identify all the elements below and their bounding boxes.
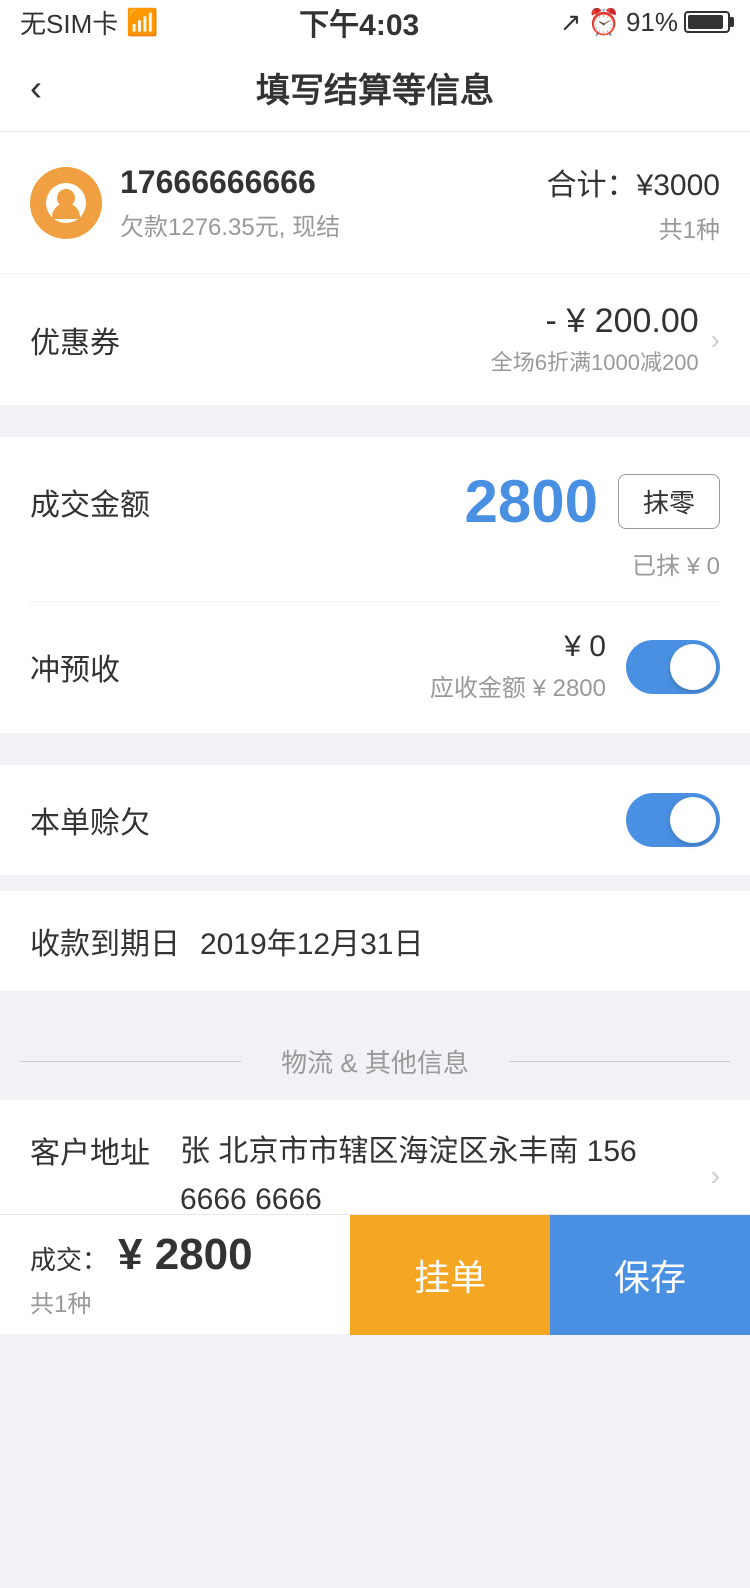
customer-info: 17666666666 欠款1276.35元, 现结	[120, 164, 340, 242]
customer-phone: 17666666666	[120, 164, 340, 201]
precharge-amount: ¥ 0	[430, 630, 606, 664]
status-right: ↗ ⏰ 91%	[560, 7, 730, 38]
customer-right: 合计：¥3000 共1种	[547, 160, 720, 245]
precharge-right: ¥ 0 应收金额 ¥ 2800	[430, 630, 720, 703]
precharge-value: ¥ 0 应收金额 ¥ 2800	[430, 630, 606, 703]
battery-icon	[684, 11, 730, 33]
precharge-sub: 应收金额 ¥ 2800	[430, 668, 606, 703]
amount-sub: 已抹 ¥ 0	[30, 546, 720, 581]
round-off-button[interactable]: 抹零	[618, 474, 720, 529]
battery-percent: 91%	[626, 7, 678, 38]
debt-toggle-knob	[670, 797, 716, 843]
bottom-count: 共1种	[30, 1284, 320, 1319]
logistics-line-left	[20, 1061, 241, 1062]
duedate-section: 收款到期日 2019年12月31日	[0, 891, 750, 991]
hold-button[interactable]: 挂单	[350, 1215, 550, 1335]
address-chevron-icon: ›	[711, 1160, 720, 1192]
back-button[interactable]: ‹	[30, 67, 42, 109]
coupon-label: 优惠券	[30, 318, 120, 362]
coupon-row[interactable]: 优惠券 - ¥ 200.00 全场6折满1000减200 ›	[0, 273, 750, 405]
precharge-row: 冲预收 ¥ 0 应收金额 ¥ 2800	[30, 601, 720, 703]
carrier-label: 无SIM卡	[20, 4, 118, 41]
avatar-icon	[46, 183, 86, 223]
divider-2	[0, 749, 750, 765]
alarm-icon: ⏰	[588, 7, 620, 38]
logistics-line-right	[509, 1061, 730, 1062]
total-amount: 合计：¥3000	[547, 160, 720, 204]
toggle-knob	[670, 644, 716, 690]
status-time: 下午4:03	[299, 0, 419, 44]
coupon-desc: 全场6折满1000减200	[491, 345, 699, 377]
bottom-amount: ¥ 2800	[118, 1230, 253, 1280]
address-value: 张 北京市市辖区海淀区永丰南 156 6666 6666	[180, 1128, 699, 1224]
coupon-chevron-icon: ›	[711, 324, 720, 356]
duedate-row: 收款到期日 2019年12月31日	[30, 919, 720, 963]
precharge-toggle[interactable]	[626, 640, 720, 694]
bottom-summary-top: 成交： ¥ 2800	[30, 1230, 320, 1280]
total-count: 共1种	[547, 210, 720, 245]
bottom-summary: 成交： ¥ 2800 共1种	[0, 1230, 350, 1319]
status-bar: 无SIM卡 📶 下午4:03 ↗ ⏰ 91%	[0, 0, 750, 44]
content: 17666666666 欠款1276.35元, 现结 合计：¥3000 共1种 …	[0, 132, 750, 1588]
amount-section: 成交金额 2800 抹零 已抹 ¥ 0 冲预收 ¥ 0 应收金额 ¥ 2800	[0, 437, 750, 733]
coupon-amount: - ¥ 200.00	[491, 302, 699, 341]
precharge-label: 冲预收	[30, 645, 120, 689]
address-label: 客户地址	[30, 1128, 150, 1172]
status-left: 无SIM卡 📶	[20, 4, 159, 41]
divider-1	[0, 421, 750, 437]
location-icon: ↗	[560, 7, 582, 38]
customer-debt: 欠款1276.35元, 现结	[120, 207, 340, 242]
debt-toggle[interactable]	[626, 793, 720, 847]
logistics-header: 物流 & 其他信息	[0, 1023, 750, 1100]
customer-section: 17666666666 欠款1276.35元, 现结 合计：¥3000 共1种 …	[0, 132, 750, 405]
duedate-value: 2019年12月31日	[200, 919, 423, 963]
amount-row: 成交金额 2800 抹零	[30, 467, 720, 536]
coupon-right: - ¥ 200.00 全场6折满1000减200 ›	[491, 302, 720, 377]
debt-label: 本单赊欠	[30, 798, 150, 842]
page-title: 填写结算等信息	[256, 63, 494, 112]
bottom-label: 成交：	[30, 1240, 108, 1277]
logistics-title: 物流 & 其他信息	[281, 1043, 469, 1080]
save-button[interactable]: 保存	[550, 1215, 750, 1335]
divider-3	[0, 1007, 750, 1023]
customer-row: 17666666666 欠款1276.35元, 现结 合计：¥3000 共1种	[0, 132, 750, 273]
debt-section: 本单赊欠	[0, 765, 750, 875]
duedate-label: 收款到期日	[30, 919, 180, 963]
amount-label: 成交金额	[30, 480, 150, 524]
coupon-value: - ¥ 200.00 全场6折满1000减200	[491, 302, 699, 377]
amount-right: 2800 抹零	[465, 467, 721, 536]
customer-left: 17666666666 欠款1276.35元, 现结	[30, 164, 340, 242]
wifi-icon: 📶	[126, 7, 158, 38]
header: ‹ 填写结算等信息	[0, 44, 750, 132]
deal-amount: 2800	[465, 467, 598, 536]
bottom-bar: 成交： ¥ 2800 共1种 挂单 保存	[0, 1214, 750, 1334]
avatar	[30, 167, 102, 239]
